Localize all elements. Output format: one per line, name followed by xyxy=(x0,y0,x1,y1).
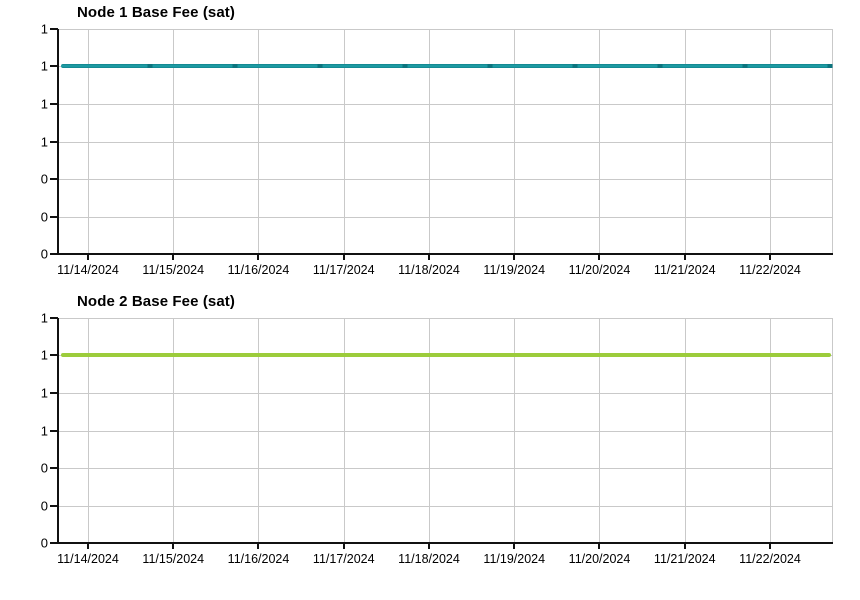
x-tick-label: 11/15/2024 xyxy=(142,263,205,277)
plot-right-border xyxy=(832,29,833,254)
gridline-y xyxy=(58,103,833,105)
x-tick-label: 11/20/2024 xyxy=(568,263,631,277)
y-tick-label: 1 xyxy=(40,347,48,363)
x-axis-line xyxy=(57,542,833,544)
plot-area: 1 1 1 1 0 0 0 11/14/2024 11/15/2024 11/16/2024 11/… xyxy=(41,23,833,277)
gridline-y xyxy=(58,216,833,218)
plot-right-border xyxy=(832,318,833,543)
y-tick-label: 0 xyxy=(40,498,48,513)
gridline-x xyxy=(514,29,516,254)
chart-title: Node 2 Base Fee (sat) xyxy=(77,293,235,310)
x-tick-label: 11/19/2024 xyxy=(483,263,546,277)
gridline-x xyxy=(87,318,89,543)
gridline-x xyxy=(428,29,430,254)
gridline-x xyxy=(769,29,771,254)
y-tick-label: 0 xyxy=(40,460,48,476)
gridline-x xyxy=(599,29,601,254)
chart-node1-base-fee: Node 1 Base Fee (sat) 1 1 1 1 0 0 0 11/14/2024 1… xyxy=(0,0,860,284)
gridline-x xyxy=(769,318,771,543)
gridline-x xyxy=(173,318,175,543)
x-tick-label: 11/16/2024 xyxy=(227,552,290,566)
y-tick-label: 1 xyxy=(40,58,48,74)
x-axis-line xyxy=(57,253,833,255)
gridline-y xyxy=(58,430,833,432)
y-axis-line xyxy=(57,318,59,543)
gridline-x xyxy=(173,29,175,254)
gridline-x xyxy=(343,318,345,543)
y-tick-label: 1 xyxy=(40,21,48,37)
data-point-marker xyxy=(657,64,663,69)
y-tick-label: 1 xyxy=(40,385,48,401)
gridline-x xyxy=(258,318,260,543)
series-line-1 xyxy=(61,64,831,69)
gridline-x xyxy=(684,29,686,254)
data-point-marker xyxy=(742,64,748,69)
data-point-marker xyxy=(317,64,323,69)
x-tick-label: 11/18/2024 xyxy=(398,263,460,277)
gridline-y xyxy=(58,178,833,180)
gridline-x xyxy=(428,318,430,543)
data-point-marker xyxy=(402,64,408,69)
x-tick-label: 11/18/2024 xyxy=(398,552,460,566)
x-tick-label: 11/21/2024 xyxy=(653,552,716,566)
y-tick-label: 0 xyxy=(40,246,48,262)
x-tick-label: 11/17/2024 xyxy=(312,552,375,566)
data-point-marker xyxy=(827,64,833,69)
y-tick-label: 0 xyxy=(40,535,48,551)
data-point-marker xyxy=(572,64,578,69)
x-tick-label: 11/22/2024 xyxy=(739,263,801,277)
y-tick-label: 1 xyxy=(40,96,48,112)
charts-canvas: Node 1 Base Fee (sat) 1 1 1 1 0 0 0 11/14/2024 1… xyxy=(0,0,860,600)
gridline-y xyxy=(58,29,833,30)
data-point-marker xyxy=(487,64,493,69)
gridline-x xyxy=(343,29,345,254)
data-point-marker xyxy=(232,64,238,69)
series-line-2 xyxy=(61,353,831,358)
x-tick-label: 11/17/2024 xyxy=(312,263,375,277)
x-tick-label: 11/20/2024 xyxy=(568,552,631,566)
y-tick-label: 0 xyxy=(40,209,48,224)
gridline-x xyxy=(87,29,89,254)
y-tick-label: 1 xyxy=(40,310,48,326)
x-tick-label: 11/19/2024 xyxy=(483,552,546,566)
x-tick-label: 11/14/2024 xyxy=(57,552,119,566)
chart-title: Node 1 Base Fee (sat) xyxy=(77,4,235,21)
gridline-x xyxy=(684,318,686,543)
y-tick-label: 0 xyxy=(40,171,48,187)
x-tick-label: 11/14/2024 xyxy=(57,263,119,277)
y-tick-label: 1 xyxy=(40,134,48,149)
x-tick-label: 11/16/2024 xyxy=(227,263,290,277)
gridline-x xyxy=(514,318,516,543)
gridline-y xyxy=(58,505,833,507)
y-tick-label: 1 xyxy=(40,423,48,438)
x-tick-label: 11/21/2024 xyxy=(653,263,716,277)
gridline-y xyxy=(58,318,833,319)
x-tick-label: 11/15/2024 xyxy=(142,552,205,566)
data-point-marker xyxy=(147,64,153,69)
x-tick-label: 11/22/2024 xyxy=(739,552,801,566)
gridline-x xyxy=(258,29,260,254)
gridline-y xyxy=(58,392,833,394)
gridline-y xyxy=(58,141,833,143)
gridline-x xyxy=(599,318,601,543)
y-axis-line xyxy=(57,29,59,254)
gridline-y xyxy=(58,467,833,469)
chart-node2-base-fee: Node 2 Base Fee (sat) 1 1 1 1 0 0 0 11/14/2024 1… xyxy=(0,289,860,573)
plot-area: 1 1 1 1 0 0 0 11/14/2024 11/15/2024 11/16/2024 11/… xyxy=(41,312,833,566)
